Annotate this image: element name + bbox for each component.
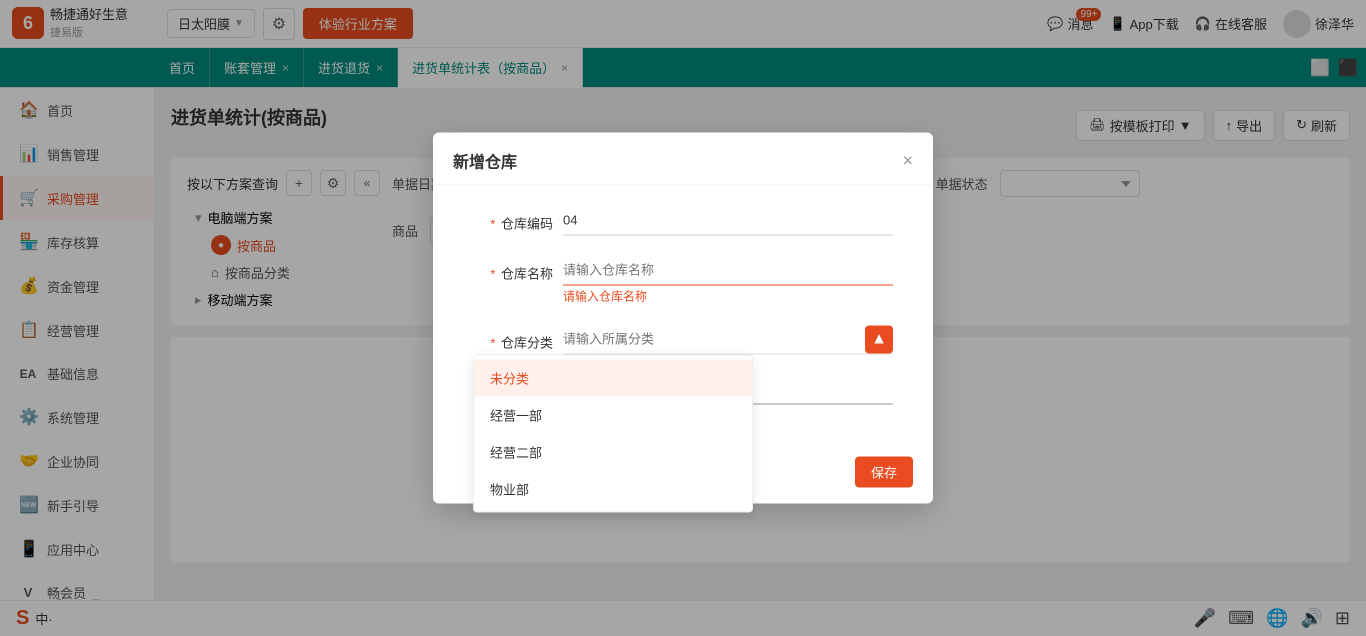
dropdown-item-dept1[interactable]: 经营一部 [474, 397, 752, 434]
dropdown-item-dept2[interactable]: 经营二部 [474, 434, 752, 471]
warehouse-name-group: * 仓库名称 请输入仓库名称 [473, 256, 893, 305]
category-toggle-button[interactable]: ▲ [865, 326, 893, 354]
modal-body: * 仓库编码 * 仓库名称 请输入仓库名称 * 仓库分类 [433, 186, 933, 445]
warehouse-name-label: * 仓库名称 [473, 256, 563, 283]
category-dropdown: 未分类 经营一部 经营二部 物业部 [473, 355, 753, 513]
add-warehouse-modal: 新增仓库 × * 仓库编码 * 仓库名称 请输入仓库名称 [433, 133, 933, 504]
warehouse-name-input[interactable] [563, 256, 893, 286]
dropdown-item-property[interactable]: 物业部 [474, 471, 752, 508]
warehouse-code-input[interactable] [563, 206, 893, 236]
dropdown-item-uncategorized[interactable]: 未分类 [474, 360, 752, 397]
warehouse-code-group: * 仓库编码 [473, 206, 893, 236]
chevron-up-icon: ▲ [871, 331, 887, 349]
modal-close-button[interactable]: × [902, 150, 913, 171]
modal-header: 新增仓库 × [433, 133, 933, 186]
warehouse-name-error: 请输入仓库名称 [563, 288, 893, 305]
warehouse-category-label: * 仓库分类 [473, 325, 563, 352]
warehouse-code-label: * 仓库编码 [473, 206, 563, 233]
warehouse-category-group: * 仓库分类 ▲ 未分类 经营一部 经营二部 物业部 [473, 325, 893, 355]
category-input[interactable] [563, 325, 893, 355]
save-button[interactable]: 保存 [855, 457, 913, 488]
modal-title: 新增仓库 [453, 149, 517, 173]
